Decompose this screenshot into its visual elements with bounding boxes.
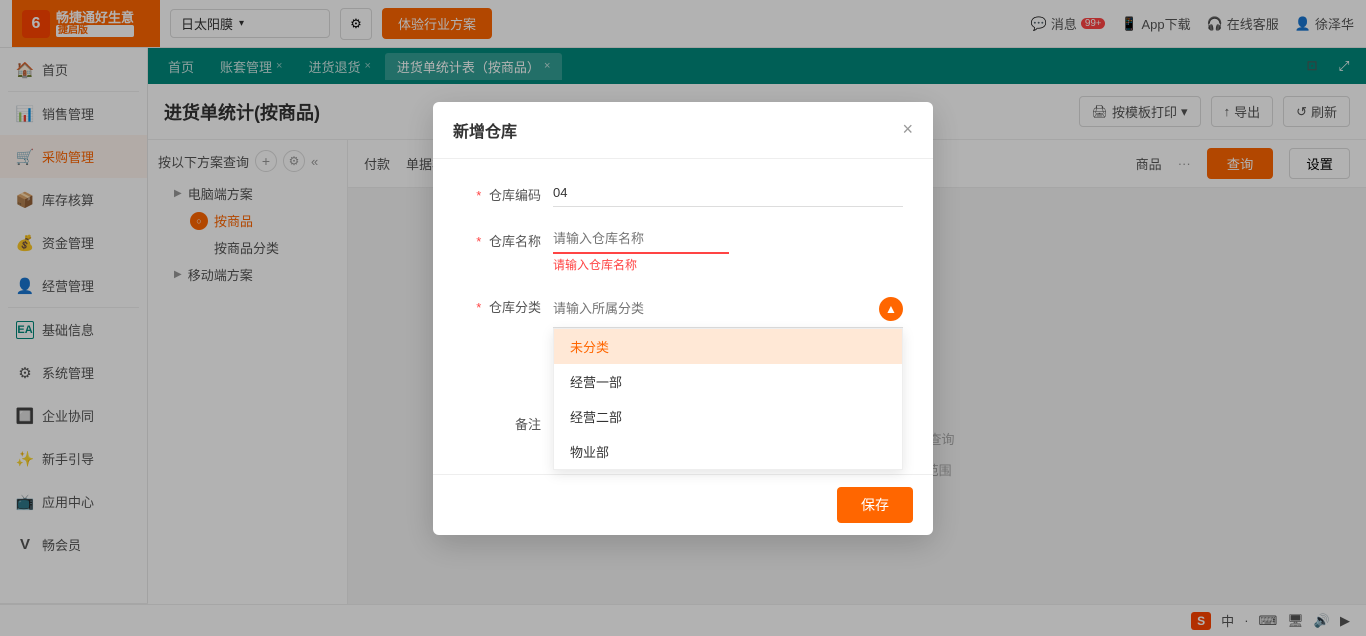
add-warehouse-modal: 新增仓库 × * 仓库编码 * 仓库名称 [433, 102, 933, 535]
dropdown-option-dept2[interactable]: 经营二部 [554, 399, 902, 434]
save-button[interactable]: 保存 [837, 487, 913, 523]
modal-body: * 仓库编码 * 仓库名称 请输入仓库名称 [433, 159, 933, 474]
warehouse-code-label: * 仓库编码 [463, 179, 553, 204]
modal-overlay[interactable]: 新增仓库 × * 仓库编码 * 仓库名称 [0, 0, 1366, 636]
modal-close-button[interactable]: × [902, 119, 913, 140]
warehouse-name-label: * 仓库名称 [463, 225, 553, 250]
modal-title: 新增仓库 [453, 118, 517, 142]
warehouse-code-input[interactable] [553, 179, 903, 207]
warehouse-name-input[interactable] [553, 225, 729, 254]
notes-label: 备注 [463, 408, 553, 433]
dropdown-option-property[interactable]: 物业部 [554, 434, 902, 469]
dropdown-option-uncategorized[interactable]: 未分类 [554, 329, 902, 364]
warehouse-category-row: * 仓库分类 ▲ 未分类 经营一部 经营二部 物业部 [463, 291, 903, 328]
category-dropdown-trigger[interactable]: ▲ [553, 291, 903, 328]
warehouse-name-error: 请输入仓库名称 [553, 256, 637, 273]
category-input[interactable] [553, 301, 879, 316]
category-dropdown-arrow-icon[interactable]: ▲ [879, 297, 903, 321]
category-input-wrapper: ▲ 未分类 经营一部 经营二部 物业部 [553, 291, 903, 328]
warehouse-code-row: * 仓库编码 [463, 179, 903, 207]
category-dropdown-list: 未分类 经营一部 经营二部 物业部 [553, 328, 903, 470]
warehouse-name-row: * 仓库名称 请输入仓库名称 [463, 225, 903, 273]
modal-header: 新增仓库 × [433, 102, 933, 159]
modal-footer: 保存 [433, 474, 933, 535]
warehouse-category-label: * 仓库分类 [463, 291, 553, 316]
dropdown-option-dept1[interactable]: 经营一部 [554, 364, 902, 399]
